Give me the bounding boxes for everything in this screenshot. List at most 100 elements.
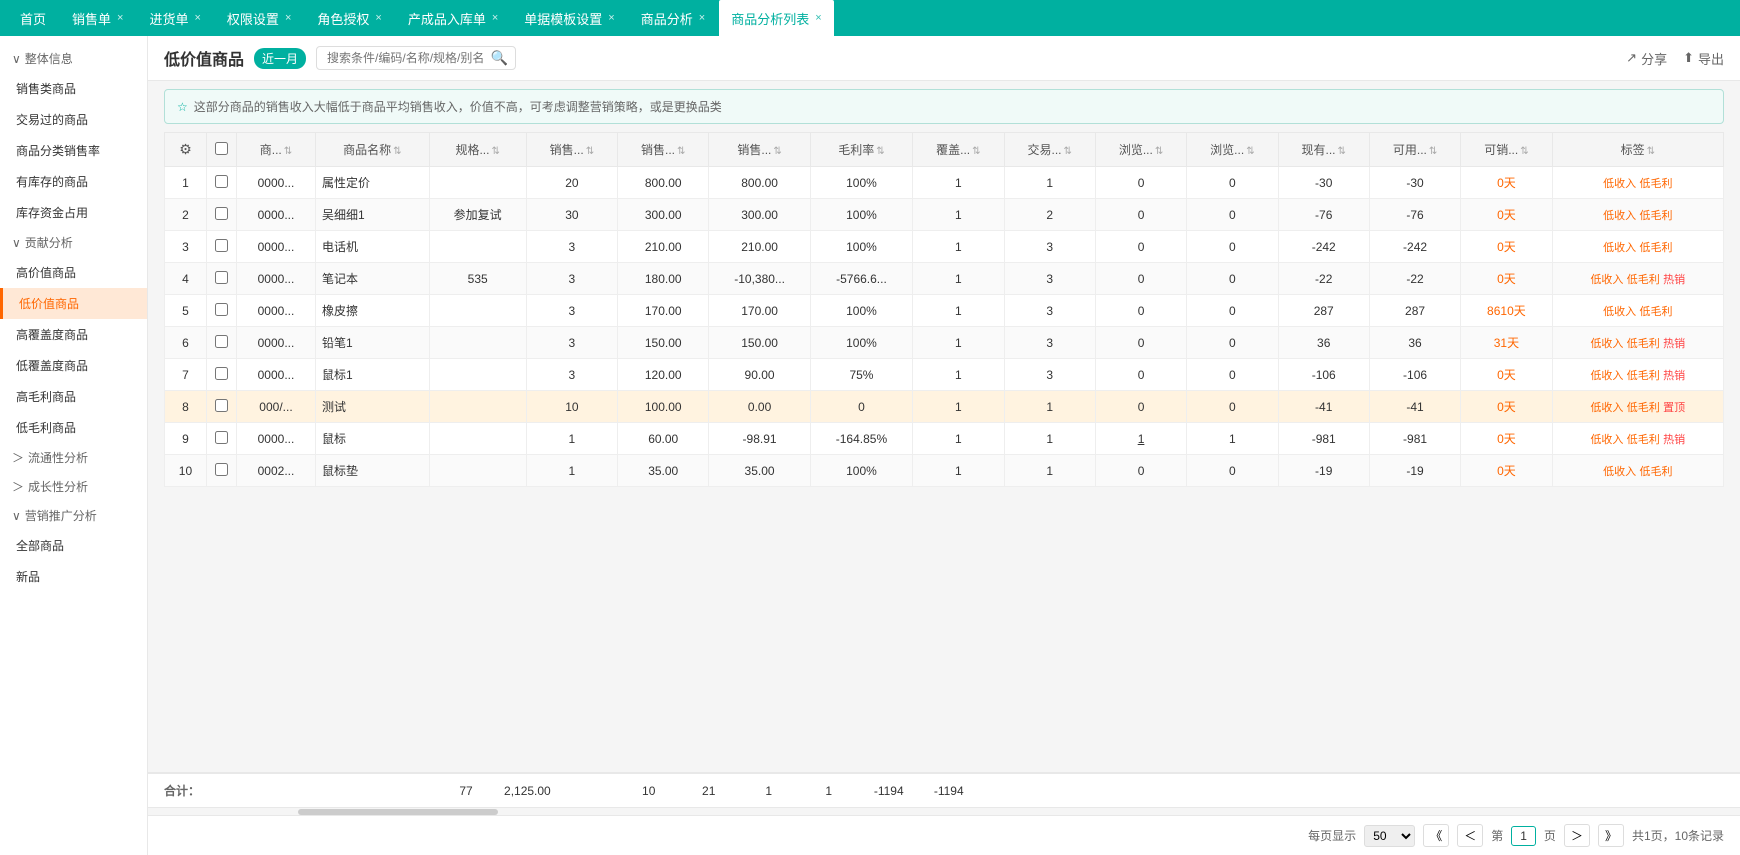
row-checkbox[interactable] xyxy=(215,271,228,284)
sidebar-item-category-rate[interactable]: 商品分类销售率 xyxy=(0,135,147,166)
sidebar-item-new-goods[interactable]: 新品 xyxy=(0,561,147,592)
nav-product-in-close[interactable]: × xyxy=(492,12,498,24)
th-checkbox[interactable] xyxy=(206,133,236,167)
cell-name[interactable]: 鼠标垫 xyxy=(316,455,430,487)
sidebar-item-traded-goods[interactable]: 交易过的商品 xyxy=(0,104,147,135)
sidebar-item-sales-goods[interactable]: 销售类商品 xyxy=(0,73,147,104)
nav-role-close[interactable]: × xyxy=(375,12,381,24)
th-tags[interactable]: 标签⇅ xyxy=(1552,133,1723,167)
cell-name[interactable]: 鼠标1 xyxy=(316,359,430,391)
cell-checkbox[interactable] xyxy=(206,359,236,391)
row-checkbox[interactable] xyxy=(215,239,228,252)
nav-product-analysis-list-close[interactable]: × xyxy=(815,12,821,24)
cell-name[interactable]: 属性定价 xyxy=(316,167,430,199)
cell-name[interactable]: 吴细细1 xyxy=(316,199,430,231)
nav-sales-close[interactable]: × xyxy=(117,12,123,24)
horizontal-scrollbar[interactable] xyxy=(148,807,1740,815)
nav-purchase[interactable]: 进货单 × xyxy=(137,0,212,36)
sidebar-item-low-margin[interactable]: 低毛利商品 xyxy=(0,412,147,443)
cell-checkbox[interactable] xyxy=(206,295,236,327)
row-checkbox[interactable] xyxy=(215,175,228,188)
th-code[interactable]: 商...⇅ xyxy=(236,133,315,167)
cell-name[interactable]: 笔记本 xyxy=(316,263,430,295)
cell-checkbox[interactable] xyxy=(206,327,236,359)
prev-page-btn[interactable]: ＜ xyxy=(1457,824,1483,847)
table-footer: 合计： 77 2,125.00 10 21 1 1 -1194 -1194 xyxy=(148,772,1740,807)
next-page-btn[interactable]: ＞ xyxy=(1564,824,1590,847)
search-input[interactable] xyxy=(316,46,516,70)
cell-browse1[interactable]: 1 xyxy=(1095,423,1186,455)
th-browse1[interactable]: 浏览...⇅ xyxy=(1095,133,1186,167)
export-button[interactable]: ⬆ 导出 xyxy=(1683,49,1724,68)
nav-purchase-close[interactable]: × xyxy=(194,12,200,24)
cell-code: 0000... xyxy=(236,263,315,295)
cell-checkbox[interactable] xyxy=(206,391,236,423)
sidebar-item-low-coverage[interactable]: 低覆盖度商品 xyxy=(0,350,147,381)
th-cov[interactable]: 覆盖...⇅ xyxy=(913,133,1004,167)
sidebar-item-stocked-goods[interactable]: 有库存的商品 xyxy=(0,166,147,197)
gear-icon[interactable]: ⚙ xyxy=(179,141,192,157)
th-days[interactable]: 可销...⇅ xyxy=(1461,133,1552,167)
nav-permission[interactable]: 权限设置 × xyxy=(215,0,303,36)
sidebar-group-flow[interactable]: ＞ 流通性分析 xyxy=(0,443,147,472)
sidebar-item-high-coverage[interactable]: 高覆盖度商品 xyxy=(0,319,147,350)
th-name[interactable]: 商品名称⇅ xyxy=(316,133,430,167)
per-page-label: 每页显示 xyxy=(1308,827,1356,844)
row-checkbox[interactable] xyxy=(215,463,228,476)
cell-checkbox[interactable] xyxy=(206,199,236,231)
nav-product-analysis[interactable]: 商品分析 × xyxy=(629,0,717,36)
nav-template-close[interactable]: × xyxy=(608,12,614,24)
nav-product-analysis-list[interactable]: 商品分析列表 × xyxy=(719,0,833,36)
cell-checkbox[interactable] xyxy=(206,423,236,455)
th-avail[interactable]: 可用...⇅ xyxy=(1369,133,1460,167)
filter-tag-recent[interactable]: 近一月 xyxy=(254,48,306,69)
search-icon[interactable]: 🔍 xyxy=(491,50,508,67)
row-checkbox[interactable] xyxy=(215,303,228,316)
cell-name[interactable]: 测试 xyxy=(316,391,430,423)
nav-permission-close[interactable]: × xyxy=(285,12,291,24)
th-gross[interactable]: 毛利率⇅ xyxy=(810,133,912,167)
sidebar-item-low-value[interactable]: 低价值商品 xyxy=(0,288,147,319)
table-row: 5 0000... 橡皮擦 3 170.00 170.00 100% 1 3 0… xyxy=(165,295,1724,327)
th-s1[interactable]: 销售...⇅ xyxy=(526,133,617,167)
cell-name[interactable]: 铅笔1 xyxy=(316,327,430,359)
sidebar-item-all-goods[interactable]: 全部商品 xyxy=(0,530,147,561)
cell-checkbox[interactable] xyxy=(206,167,236,199)
per-page-select[interactable]: 50 100 200 xyxy=(1364,825,1415,847)
th-s3[interactable]: 销售...⇅ xyxy=(709,133,810,167)
th-trade[interactable]: 交易...⇅ xyxy=(1004,133,1095,167)
last-page-btn[interactable]: 》 xyxy=(1598,824,1624,847)
row-checkbox[interactable] xyxy=(215,431,228,444)
th-gear[interactable]: ⚙ xyxy=(165,133,207,167)
nav-template[interactable]: 单据模板设置 × xyxy=(512,0,626,36)
sidebar-item-high-margin[interactable]: 高毛利商品 xyxy=(0,381,147,412)
cell-num: 6 xyxy=(165,327,207,359)
table-wrapper[interactable]: ⚙ 商...⇅ 商品名称⇅ 规格...⇅ 销售...⇅ 销售...⇅ 销售...… xyxy=(164,132,1724,772)
th-stock[interactable]: 现有...⇅ xyxy=(1278,133,1369,167)
sidebar-item-high-value[interactable]: 高价值商品 xyxy=(0,257,147,288)
nav-sales[interactable]: 销售单 × xyxy=(60,0,135,36)
nav-product-analysis-close[interactable]: × xyxy=(699,12,705,24)
th-spec[interactable]: 规格...⇅ xyxy=(429,133,526,167)
share-button[interactable]: ↗ 分享 xyxy=(1626,49,1667,68)
row-checkbox[interactable] xyxy=(215,207,228,220)
sidebar-item-stock-fund[interactable]: 库存资金占用 xyxy=(0,197,147,228)
nav-product-in[interactable]: 产成品入库单 × xyxy=(396,0,510,36)
row-checkbox[interactable] xyxy=(215,367,228,380)
cell-checkbox[interactable] xyxy=(206,263,236,295)
first-page-btn[interactable]: 《 xyxy=(1423,824,1449,847)
cell-name[interactable]: 电话机 xyxy=(316,231,430,263)
th-s2[interactable]: 销售...⇅ xyxy=(618,133,709,167)
cell-name[interactable]: 鼠标 xyxy=(316,423,430,455)
cell-browse2: 0 xyxy=(1187,263,1278,295)
cell-checkbox[interactable] xyxy=(206,231,236,263)
sidebar-group-growth[interactable]: ＞ 成长性分析 xyxy=(0,472,147,501)
cell-checkbox[interactable] xyxy=(206,455,236,487)
cell-name[interactable]: 橡皮擦 xyxy=(316,295,430,327)
nav-home[interactable]: 首页 xyxy=(8,0,58,36)
th-browse2[interactable]: 浏览...⇅ xyxy=(1187,133,1278,167)
select-all-checkbox[interactable] xyxy=(215,142,228,155)
row-checkbox[interactable] xyxy=(215,399,228,412)
row-checkbox[interactable] xyxy=(215,335,228,348)
nav-role[interactable]: 角色授权 × xyxy=(305,0,393,36)
